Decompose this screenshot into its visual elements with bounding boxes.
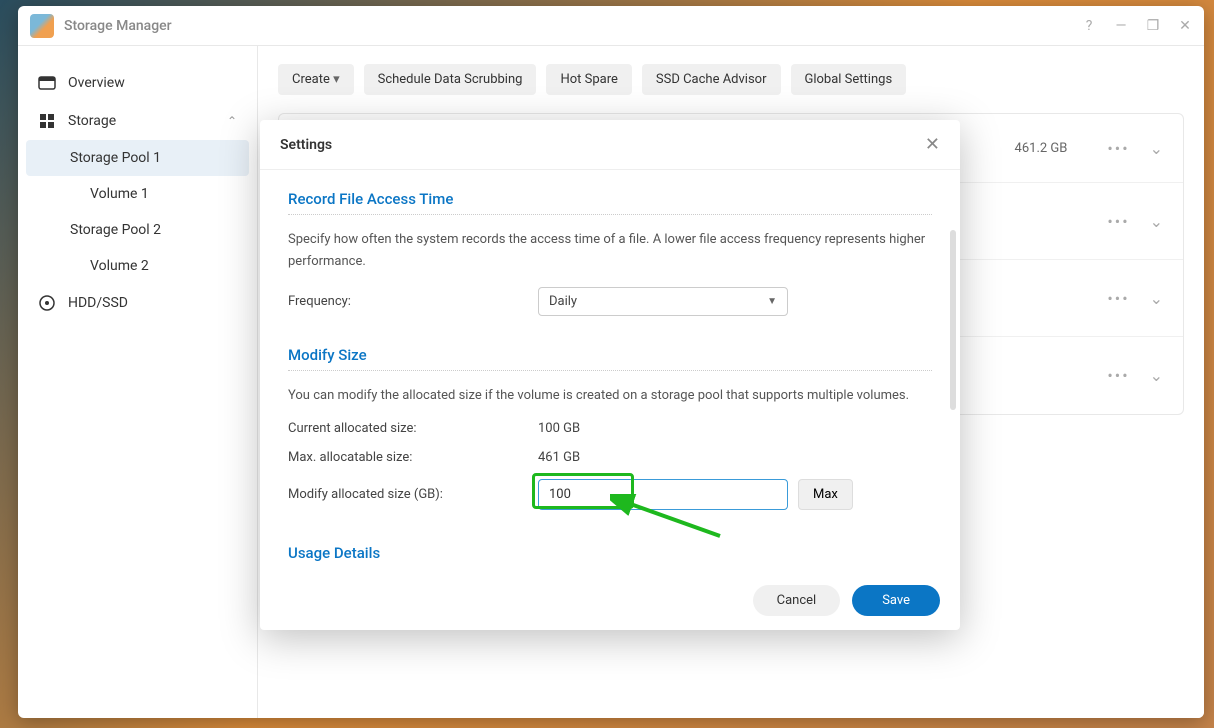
- frequency-label: Frequency:: [288, 294, 538, 309]
- chevron-down-icon[interactable]: ⌄: [1150, 366, 1163, 385]
- chevron-down-icon[interactable]: ⌄: [1150, 289, 1163, 308]
- pool-actions: ••• ⌄: [1107, 366, 1163, 385]
- current-size-row: Current allocated size: 100 GB: [288, 421, 932, 436]
- maximize-icon[interactable]: ❐: [1146, 19, 1160, 33]
- storage-icon: [38, 112, 56, 130]
- chevron-down-icon[interactable]: ⌄: [1150, 139, 1163, 158]
- modify-size-input[interactable]: [538, 479, 788, 510]
- pool-actions: ••• ⌄: [1107, 289, 1163, 308]
- max-size-row: Max. allocatable size: 461 GB: [288, 450, 932, 465]
- chevron-down-icon: ▼: [767, 296, 777, 307]
- more-icon[interactable]: •••: [1107, 289, 1129, 308]
- sidebar-item-overview[interactable]: Overview: [26, 64, 249, 102]
- divider: [288, 214, 932, 215]
- max-size-label: Max. allocatable size:: [288, 450, 538, 465]
- modal-header: Settings ✕: [260, 120, 960, 170]
- more-icon[interactable]: •••: [1107, 139, 1129, 158]
- modal-footer: Cancel Save: [260, 570, 960, 630]
- modify-size-row: Modify allocated size (GB): Max: [288, 479, 932, 510]
- help-icon[interactable]: ?: [1082, 19, 1096, 33]
- sidebar-label: HDD/SSD: [68, 295, 128, 311]
- sidebar-item-storage[interactable]: Storage ⌃: [26, 102, 249, 140]
- frequency-value: Daily: [549, 294, 577, 309]
- frequency-select[interactable]: Daily ▼: [538, 287, 788, 316]
- section-desc: Specify how often the system records the…: [288, 229, 932, 273]
- sidebar-item-vol1[interactable]: Volume 1: [26, 176, 249, 212]
- sidebar-item-vol2[interactable]: Volume 2: [26, 248, 249, 284]
- pool-size: 461.2 GB: [1015, 141, 1068, 156]
- section-title-size: Modify Size: [288, 346, 932, 364]
- ssdcache-button[interactable]: SSD Cache Advisor: [642, 64, 781, 95]
- titlebar: Storage Manager ? — ❐ ✕: [18, 6, 1204, 46]
- max-button[interactable]: Max: [798, 479, 853, 510]
- sidebar-label: Storage Pool 1: [70, 150, 161, 166]
- section-title-access: Record File Access Time: [288, 190, 932, 208]
- sidebar-label: Storage: [68, 113, 116, 129]
- global-button[interactable]: Global Settings: [791, 64, 907, 95]
- schedule-button[interactable]: Schedule Data Scrubbing: [364, 64, 537, 95]
- sidebar-label: Volume 1: [90, 186, 149, 202]
- sidebar-item-hdd[interactable]: HDD/SSD: [26, 284, 249, 322]
- sidebar-label: Storage Pool 2: [70, 222, 161, 238]
- sidebar-item-pool1[interactable]: Storage Pool 1: [26, 140, 249, 176]
- close-icon[interactable]: ✕: [1178, 19, 1192, 33]
- sidebar-label: Overview: [68, 75, 125, 91]
- save-button[interactable]: Save: [852, 585, 940, 616]
- sidebar-item-pool2[interactable]: Storage Pool 2: [26, 212, 249, 248]
- create-button[interactable]: Create: [278, 64, 354, 95]
- divider: [288, 370, 932, 371]
- current-size-label: Current allocated size:: [288, 421, 538, 436]
- pool-actions: ••• ⌄: [1107, 212, 1163, 231]
- input-wrap: [538, 479, 788, 510]
- scrollbar[interactable]: [950, 230, 956, 410]
- sidebar-label: Volume 2: [90, 258, 149, 274]
- hotspare-button[interactable]: Hot Spare: [546, 64, 631, 95]
- modify-size-label: Modify allocated size (GB):: [288, 487, 538, 502]
- more-icon[interactable]: •••: [1107, 212, 1129, 231]
- toolbar: Create Schedule Data Scrubbing Hot Spare…: [278, 64, 1184, 95]
- cancel-button[interactable]: Cancel: [753, 585, 841, 616]
- chevron-up-icon: ⌃: [227, 114, 237, 128]
- window-controls: ? — ❐ ✕: [1082, 19, 1192, 33]
- pool-actions: ••• ⌄: [1107, 139, 1163, 158]
- overview-icon: [38, 74, 56, 92]
- section-desc: You can modify the allocated size if the…: [288, 385, 932, 407]
- more-icon[interactable]: •••: [1107, 366, 1129, 385]
- app-title: Storage Manager: [64, 18, 1082, 34]
- modal-title: Settings: [280, 137, 925, 153]
- settings-modal: Settings ✕ Record File Access Time Speci…: [260, 120, 960, 630]
- modal-close-icon[interactable]: ✕: [925, 134, 940, 155]
- current-size-value: 100 GB: [538, 421, 580, 436]
- max-size-value: 461 GB: [538, 450, 580, 465]
- sidebar: Overview Storage ⌃ Storage Pool 1 Volume…: [18, 46, 258, 718]
- chevron-down-icon[interactable]: ⌄: [1150, 212, 1163, 231]
- hdd-icon: [38, 294, 56, 312]
- section-title-usage: Usage Details: [288, 544, 932, 562]
- app-icon: [30, 14, 54, 38]
- modal-body: Record File Access Time Specify how ofte…: [260, 170, 960, 570]
- minimize-icon[interactable]: —: [1114, 19, 1128, 33]
- frequency-row: Frequency: Daily ▼: [288, 287, 932, 316]
